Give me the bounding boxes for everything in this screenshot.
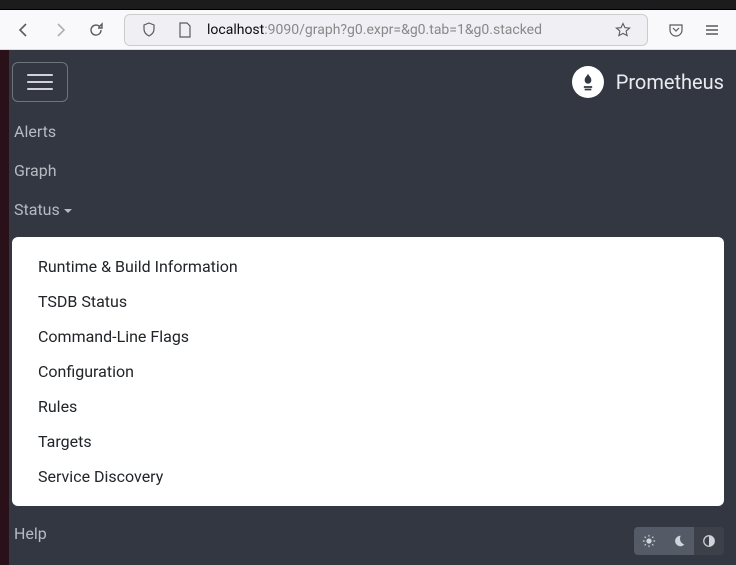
nav-help[interactable]: Help [12, 514, 724, 553]
app-content: Prometheus Alerts Graph Status Runtime &… [0, 50, 736, 565]
theme-switcher [634, 527, 724, 555]
back-button[interactable] [10, 16, 38, 44]
brand-name: Prometheus [616, 70, 724, 94]
nav-graph[interactable]: Graph [12, 151, 724, 190]
bookmark-star-icon[interactable] [609, 16, 637, 44]
status-item-rules[interactable]: Rules [12, 389, 724, 424]
address-bar[interactable]: localhost:9090/graph?g0.expr=&g0.tab=1&g… [124, 14, 648, 46]
reload-button[interactable] [82, 16, 110, 44]
status-item-targets[interactable]: Targets [12, 424, 724, 459]
nav-toggle-button[interactable] [12, 62, 68, 102]
page-icon [171, 16, 199, 44]
theme-light-button[interactable] [634, 527, 664, 555]
window-edge [0, 50, 9, 565]
brand[interactable]: Prometheus [572, 66, 724, 98]
shield-icon[interactable] [135, 16, 163, 44]
status-item-tsdb[interactable]: TSDB Status [12, 284, 724, 319]
menu-icon[interactable] [698, 16, 726, 44]
os-topbar [0, 0, 736, 10]
status-item-config[interactable]: Configuration [12, 354, 724, 389]
status-dropdown: Runtime & Build Information TSDB Status … [12, 237, 724, 506]
theme-auto-button[interactable] [694, 527, 724, 555]
app-header: Prometheus [12, 62, 724, 102]
nav-status-label: Status [14, 200, 60, 219]
url-text: localhost:9090/graph?g0.expr=&g0.tab=1&g… [207, 22, 601, 38]
forward-button[interactable] [46, 16, 74, 44]
theme-dark-button[interactable] [664, 527, 694, 555]
nav-status[interactable]: Status [12, 190, 724, 229]
caret-down-icon [64, 209, 72, 213]
status-item-runtime[interactable]: Runtime & Build Information [12, 249, 724, 284]
browser-toolbar: localhost:9090/graph?g0.expr=&g0.tab=1&g… [0, 10, 736, 50]
status-item-service-discovery[interactable]: Service Discovery [12, 459, 724, 494]
nav-alerts[interactable]: Alerts [12, 112, 724, 151]
pocket-icon[interactable] [662, 16, 690, 44]
prometheus-logo-icon [572, 66, 604, 98]
status-item-flags[interactable]: Command-Line Flags [12, 319, 724, 354]
